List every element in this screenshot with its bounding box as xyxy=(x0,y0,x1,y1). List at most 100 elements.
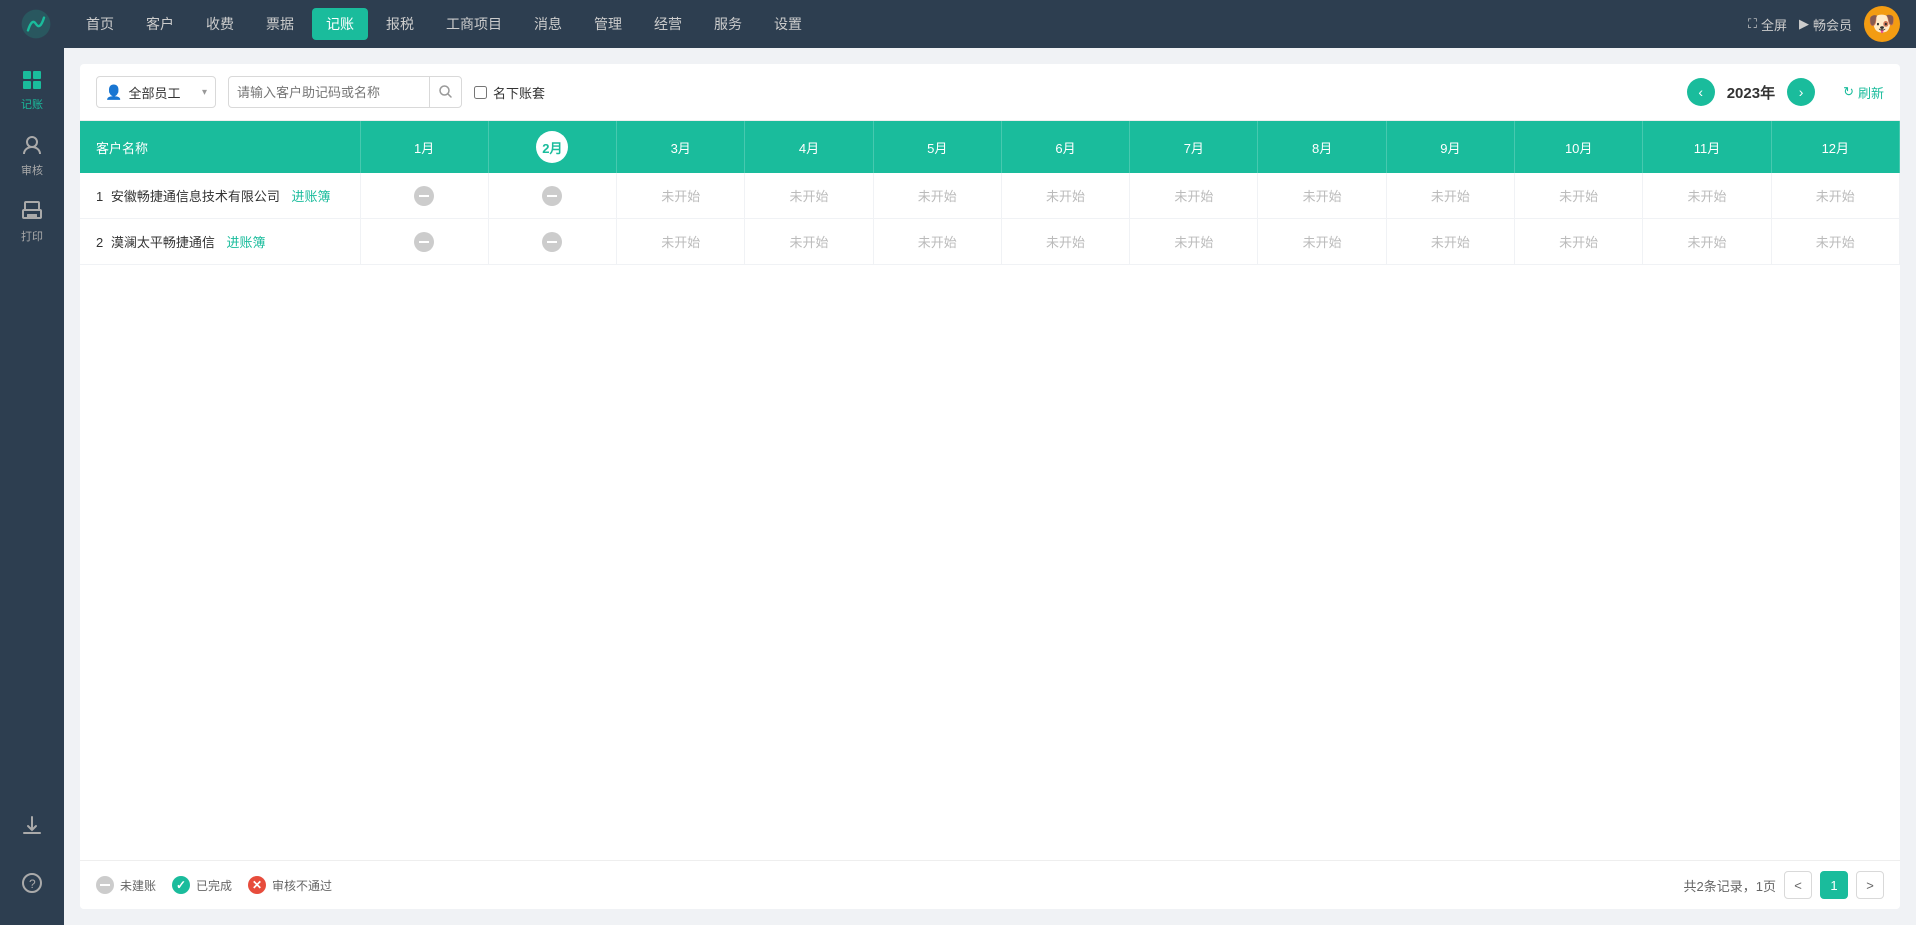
month-2-feb[interactable] xyxy=(488,219,616,265)
main-layout: 记账 审核 打印 xyxy=(0,48,1916,925)
col-nov: 11月 xyxy=(1643,121,1771,173)
month-1-aug: 未开始 xyxy=(1258,173,1386,219)
my-accounts-checkbox-label[interactable]: 名下账套 xyxy=(474,83,545,102)
month-2-nov: 未开始 xyxy=(1643,219,1771,265)
next-year-button[interactable]: › xyxy=(1787,78,1815,106)
col-jun: 6月 xyxy=(1001,121,1129,173)
month-1-mar: 未开始 xyxy=(617,173,745,219)
col-oct: 10月 xyxy=(1515,121,1643,173)
client-cell-1: 1 安徽畅捷通信息技术有限公司 进账簿 xyxy=(80,173,360,219)
help-icon: ? xyxy=(18,869,46,897)
sidebar-item-download[interactable] xyxy=(10,801,54,851)
nav-item-business[interactable]: 工商项目 xyxy=(432,8,516,40)
logo xyxy=(16,4,56,44)
col-dec: 12月 xyxy=(1771,121,1899,173)
month-2-jan[interactable] xyxy=(360,219,488,265)
legend-not-created-label: 未建账 xyxy=(120,877,156,894)
my-accounts-label: 名下账套 xyxy=(493,83,545,102)
print-icon xyxy=(18,198,46,226)
month-2-sep: 未开始 xyxy=(1386,219,1514,265)
month-2-may: 未开始 xyxy=(873,219,1001,265)
sidebar-item-help[interactable]: ? xyxy=(10,859,54,909)
month-1-sep: 未开始 xyxy=(1386,173,1514,219)
table-wrap: 客户名称 1月 2月 3月 4月 5月 6月 7月 8月 9月 xyxy=(80,121,1900,860)
nav-item-customer[interactable]: 客户 xyxy=(132,8,188,40)
refresh-button[interactable]: ↻ 刷新 xyxy=(1843,83,1884,102)
month-1-feb[interactable] xyxy=(488,173,616,219)
month-2-jul: 未开始 xyxy=(1130,219,1258,265)
search-button[interactable] xyxy=(429,77,461,107)
nav-right: ⛶ 全屏 ▶ 畅会员 🐶 xyxy=(1748,6,1900,42)
page-1-button[interactable]: 1 xyxy=(1820,871,1848,899)
enter-ledger-link-2[interactable]: 进账簿 xyxy=(227,235,266,250)
pagination-total: 共2条记录，1页 xyxy=(1684,876,1776,895)
nav-item-accounting[interactable]: 记账 xyxy=(312,8,368,40)
content-inner: 👤 全部员工 ▾ 名下账套 xyxy=(80,64,1900,909)
month-1-dec: 未开始 xyxy=(1771,173,1899,219)
client-name-1: 1 xyxy=(96,189,103,204)
employee-select-label: 全部员工 xyxy=(128,83,196,102)
audit-icon xyxy=(18,132,46,160)
month-2-dec: 未开始 xyxy=(1771,219,1899,265)
avatar[interactable]: 🐶 xyxy=(1864,6,1900,42)
accounting-table: 客户名称 1月 2月 3月 4月 5月 6月 7月 8月 9月 xyxy=(80,121,1900,265)
pagination: 共2条记录，1页 < 1 > xyxy=(1684,871,1884,899)
col-may: 5月 xyxy=(873,121,1001,173)
month-2-oct: 未开始 xyxy=(1515,219,1643,265)
employee-select[interactable]: 👤 全部员工 ▾ xyxy=(96,76,216,108)
legend-completed: ✓ 已完成 xyxy=(172,876,232,894)
year-display: 2023年 xyxy=(1727,82,1775,103)
fullscreen-icon: ⛶ xyxy=(1748,16,1757,32)
sidebar-item-print-label: 打印 xyxy=(21,228,43,244)
legend-rejected-dot: ✕ xyxy=(248,876,266,894)
sidebar-item-accounting[interactable]: 记账 xyxy=(0,56,64,122)
chevron-down-icon: ▾ xyxy=(202,87,207,98)
prev-year-button[interactable]: ‹ xyxy=(1687,78,1715,106)
nav-menu: 首页 客户 收费 票据 记账 报税 工商项目 消息 管理 经营 服务 设置 xyxy=(72,8,1748,40)
nav-item-manage[interactable]: 管理 xyxy=(580,8,636,40)
sidebar-item-audit[interactable]: 审核 xyxy=(0,122,64,188)
nav-item-message[interactable]: 消息 xyxy=(520,8,576,40)
table-header-row: 客户名称 1月 2月 3月 4月 5月 6月 7月 8月 9月 xyxy=(80,121,1900,173)
svg-text:?: ? xyxy=(29,877,36,891)
refresh-icon: ↻ xyxy=(1843,84,1854,100)
nav-item-operation[interactable]: 经营 xyxy=(640,8,696,40)
client-name-2: 2 xyxy=(96,235,103,250)
legend-not-created-dot xyxy=(96,876,114,894)
sidebar: 记账 审核 打印 xyxy=(0,48,64,925)
content-area: 👤 全部员工 ▾ 名下账套 xyxy=(64,48,1916,925)
nav-item-service[interactable]: 服务 xyxy=(700,8,756,40)
legend-completed-label: 已完成 xyxy=(196,877,232,894)
month-2-aug: 未开始 xyxy=(1258,219,1386,265)
table-row: 1 安徽畅捷通信息技术有限公司 进账簿 未开始 未开始 xyxy=(80,173,1900,219)
search-input[interactable] xyxy=(229,85,429,100)
nav-item-fee[interactable]: 收费 xyxy=(192,8,248,40)
client-cell-2: 2 漠澜太平畅捷通信 进账簿 xyxy=(80,219,360,265)
month-1-jan[interactable] xyxy=(360,173,488,219)
refresh-label: 刷新 xyxy=(1858,83,1884,102)
fullscreen-button[interactable]: ⛶ 全屏 xyxy=(1748,15,1787,34)
month-1-may: 未开始 xyxy=(873,173,1001,219)
nav-item-tax[interactable]: 报税 xyxy=(372,8,428,40)
member-button[interactable]: ▶ 畅会员 xyxy=(1799,15,1852,34)
col-aug: 8月 xyxy=(1258,121,1386,173)
col-mar: 3月 xyxy=(617,121,745,173)
prev-page-button[interactable]: < xyxy=(1784,871,1812,899)
client-name-text-1: 安徽畅捷通信息技术有限公司 xyxy=(111,189,280,204)
sidebar-item-print[interactable]: 打印 xyxy=(0,188,64,254)
month-1-jun: 未开始 xyxy=(1001,173,1129,219)
nav-item-settings[interactable]: 设置 xyxy=(760,8,816,40)
next-page-button[interactable]: > xyxy=(1856,871,1884,899)
month-2-jun: 未开始 xyxy=(1001,219,1129,265)
my-accounts-checkbox[interactable] xyxy=(474,86,487,99)
year-navigation: ‹ 2023年 › xyxy=(1687,78,1815,106)
sidebar-item-accounting-label: 记账 xyxy=(21,96,43,112)
table-row: 2 漠澜太平畅捷通信 进账簿 未开始 未开始 xyxy=(80,219,1900,265)
nav-item-invoice[interactable]: 票据 xyxy=(252,8,308,40)
nav-item-home[interactable]: 首页 xyxy=(72,8,128,40)
col-client-name: 客户名称 xyxy=(80,121,360,173)
enter-ledger-link-1[interactable]: 进账簿 xyxy=(292,189,331,204)
month-1-nov: 未开始 xyxy=(1643,173,1771,219)
user-icon: 👤 xyxy=(105,84,122,101)
legend-rejected-label: 审核不通过 xyxy=(272,877,332,894)
